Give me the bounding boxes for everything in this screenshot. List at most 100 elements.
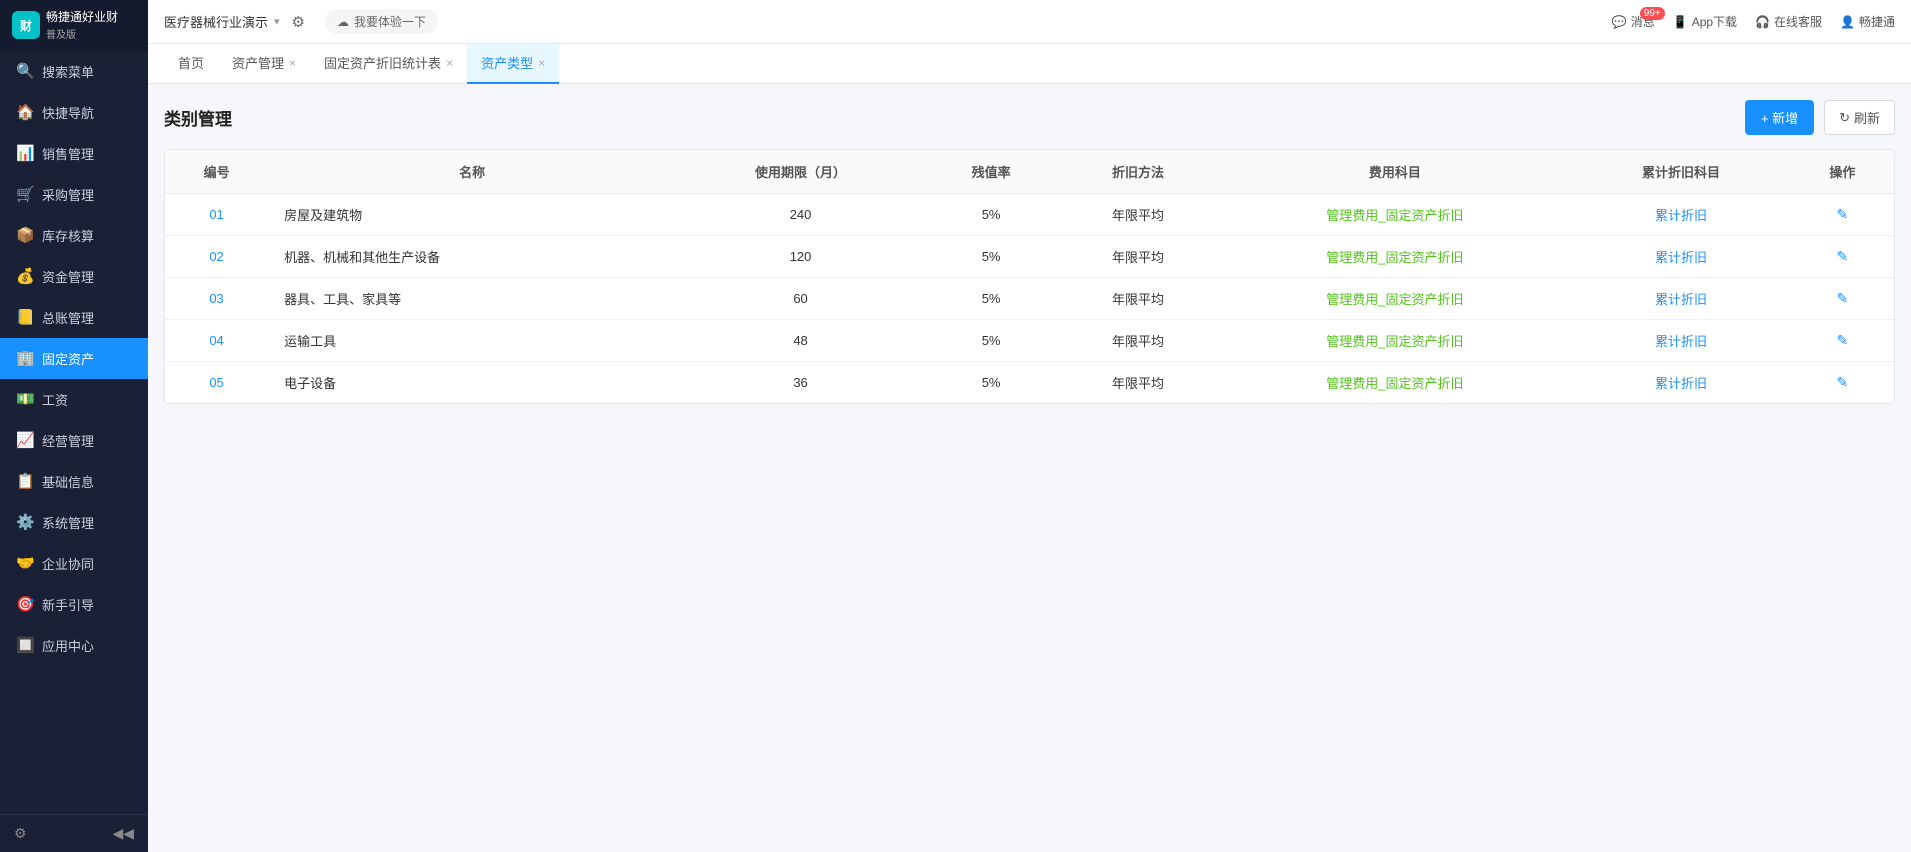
sidebar-item-funds[interactable]: 💰 资金管理: [0, 256, 148, 297]
sidebar-item-search[interactable]: 🔍搜索菜单: [0, 51, 148, 92]
cell-name-0: 房屋及建筑物: [268, 194, 676, 236]
tab-asset-type[interactable]: 资产类型 ×: [467, 44, 559, 84]
cell-name-2: 器具、工具、家具等: [268, 278, 676, 320]
cell-expense-subject-3: 管理费用_固定资产折旧: [1219, 320, 1571, 362]
sidebar-item-sales[interactable]: 📊销售管理: [0, 133, 148, 174]
tab-asset-management-close[interactable]: ×: [289, 56, 296, 70]
sidebar-item-operations[interactable]: 📈经营管理: [0, 420, 148, 461]
sidebar-label-inventory: 库存核算: [42, 226, 94, 245]
sidebar-label-sales: 销售管理: [42, 144, 94, 163]
cell-expense-subject-1: 管理费用_固定资产折旧: [1219, 236, 1571, 278]
module-selector[interactable]: 医疗器械行业演示 ▾: [164, 12, 280, 31]
search-icon: 🔍: [16, 62, 34, 80]
app-center-icon: 🔲: [16, 636, 34, 654]
cell-code-4: 05: [165, 362, 268, 404]
col-name: 名称: [268, 150, 676, 194]
online-service-label: 在线客服: [1774, 13, 1822, 30]
cell-code-2: 03: [165, 278, 268, 320]
sidebar-item-enterprise[interactable]: 🤝 企业协同: [0, 543, 148, 584]
sidebar-label-app-center: 应用中心: [42, 636, 94, 655]
col-residual-rate: 残值率: [925, 150, 1057, 194]
col-use-period: 使用期限（月）: [676, 150, 925, 194]
page-header: 类别管理 + 新增 ↻ 刷新: [164, 100, 1895, 135]
edit-button-1[interactable]: ✎: [1837, 248, 1849, 264]
main-area: 医疗器械行业演示 ▾ ⚙ ☁ 我要体验一下 💬 消息 99+ 📱 App下载 🎧…: [148, 0, 1911, 852]
sidebar-label-purchase: 采购管理: [42, 185, 94, 204]
tab-depreciation-table[interactable]: 固定资产折旧统计表 ×: [310, 44, 467, 84]
cell-depreciation-method-3: 年限平均: [1057, 320, 1218, 362]
cell-code-3: 04: [165, 320, 268, 362]
sidebar-item-fixed-assets[interactable]: 🏢固定资产: [0, 338, 148, 379]
cell-residual-rate-4: 5%: [925, 362, 1057, 404]
purchase-icon: 🛒: [16, 185, 34, 203]
cell-operation-4: ✎: [1791, 362, 1894, 404]
sidebar-label-enterprise: 企业协同: [42, 554, 94, 573]
topbar-settings-icon[interactable]: ⚙: [292, 13, 305, 31]
collapse-icon[interactable]: ◀◀: [112, 825, 134, 842]
cell-depreciation-method-4: 年限平均: [1057, 362, 1218, 404]
edit-button-3[interactable]: ✎: [1837, 332, 1849, 348]
guide-icon: 🎯: [16, 595, 34, 613]
edit-button-0[interactable]: ✎: [1837, 206, 1849, 222]
cell-name-3: 运输工具: [268, 320, 676, 362]
experience-cloud-icon: ☁: [337, 15, 349, 29]
service-icon: 🎧: [1755, 15, 1770, 29]
cell-operation-3: ✎: [1791, 320, 1894, 362]
cell-accumulated-subject-3: 累计折旧: [1571, 320, 1791, 362]
cell-accumulated-subject-0: 累计折旧: [1571, 194, 1791, 236]
settings-icon[interactable]: ⚙: [14, 825, 27, 842]
app-download-label: App下载: [1692, 13, 1737, 30]
cell-use-period-0: 240: [676, 194, 925, 236]
tab-asset-management[interactable]: 资产管理 ×: [218, 44, 310, 84]
cell-accumulated-subject-2: 累计折旧: [1571, 278, 1791, 320]
fixed-assets-icon: 🏢: [16, 349, 34, 367]
edit-button-2[interactable]: ✎: [1837, 290, 1849, 306]
experience-button[interactable]: ☁ 我要体验一下: [325, 9, 438, 34]
tab-depreciation-table-label: 固定资产折旧统计表: [324, 53, 441, 72]
col-code: 编号: [165, 150, 268, 194]
funds-icon: 💰: [16, 267, 34, 285]
tab-home[interactable]: 首页: [164, 44, 218, 84]
sidebar-label-basic-info: 基础信息: [42, 472, 94, 491]
tab-depreciation-close[interactable]: ×: [446, 56, 453, 70]
cell-operation-0: ✎: [1791, 194, 1894, 236]
cell-depreciation-method-2: 年限平均: [1057, 278, 1218, 320]
module-name: 医疗器械行业演示: [164, 12, 268, 31]
sidebar-item-system[interactable]: ⚙️系统管理: [0, 502, 148, 543]
app-download-button[interactable]: 📱 App下载: [1673, 13, 1737, 30]
sidebar-item-guide[interactable]: 🎯 新手引导: [0, 584, 148, 625]
user-button[interactable]: 👤 畅捷通: [1840, 13, 1895, 30]
edit-button-4[interactable]: ✎: [1837, 374, 1849, 390]
sidebar-label-guide: 新手引导: [42, 595, 94, 614]
cell-accumulated-subject-1: 累计折旧: [1571, 236, 1791, 278]
new-button[interactable]: + 新增: [1745, 100, 1814, 135]
tab-home-label: 首页: [178, 53, 204, 72]
page-title: 类别管理: [164, 105, 232, 130]
sidebar-item-quick-nav[interactable]: 🏠快捷导航: [0, 92, 148, 133]
cell-expense-subject-4: 管理费用_固定资产折旧: [1219, 362, 1571, 404]
online-service-button[interactable]: 🎧 在线客服: [1755, 13, 1822, 30]
tab-asset-type-close[interactable]: ×: [538, 56, 545, 70]
sidebar-item-payroll[interactable]: 💵工资: [0, 379, 148, 420]
cell-use-period-4: 36: [676, 362, 925, 404]
sidebar: 财 畅捷通好业财 普及版 🔍搜索菜单🏠快捷导航📊销售管理 🛒 采购管理 📦库存核算 💰 资…: [0, 0, 148, 852]
sidebar-nav: 🔍搜索菜单🏠快捷导航📊销售管理 🛒 采购管理 📦库存核算 💰 资金管理 📒总账管理🏢固定资产…: [0, 51, 148, 814]
refresh-button[interactable]: ↻ 刷新: [1824, 100, 1895, 135]
table-row: 03 器具、工具、家具等 60 5% 年限平均 管理费用_固定资产折旧 累计折旧…: [165, 278, 1894, 320]
col-depreciation-method: 折旧方法: [1057, 150, 1218, 194]
sidebar-item-ledger[interactable]: 📒总账管理: [0, 297, 148, 338]
sidebar-item-basic-info[interactable]: 📋基础信息: [0, 461, 148, 502]
cell-depreciation-method-0: 年限平均: [1057, 194, 1218, 236]
app-logo: 财 畅捷通好业财 普及版: [0, 0, 148, 51]
table-header-row: 编号 名称 使用期限（月） 残值率 折旧方法 费用科目 累计折旧科目 操作: [165, 150, 1894, 194]
cell-expense-subject-0: 管理费用_固定资产折旧: [1219, 194, 1571, 236]
user-icon: 👤: [1840, 15, 1855, 29]
sidebar-item-app-center[interactable]: 🔲 应用中心: [0, 625, 148, 666]
cell-use-period-1: 120: [676, 236, 925, 278]
cell-accumulated-subject-4: 累计折旧: [1571, 362, 1791, 404]
enterprise-icon: 🤝: [16, 554, 34, 572]
sidebar-item-purchase[interactable]: 🛒 采购管理: [0, 174, 148, 215]
messages-button[interactable]: 💬 消息 99+: [1612, 13, 1655, 30]
sidebar-item-inventory[interactable]: 📦库存核算: [0, 215, 148, 256]
sidebar-label-funds: 资金管理: [42, 267, 94, 286]
